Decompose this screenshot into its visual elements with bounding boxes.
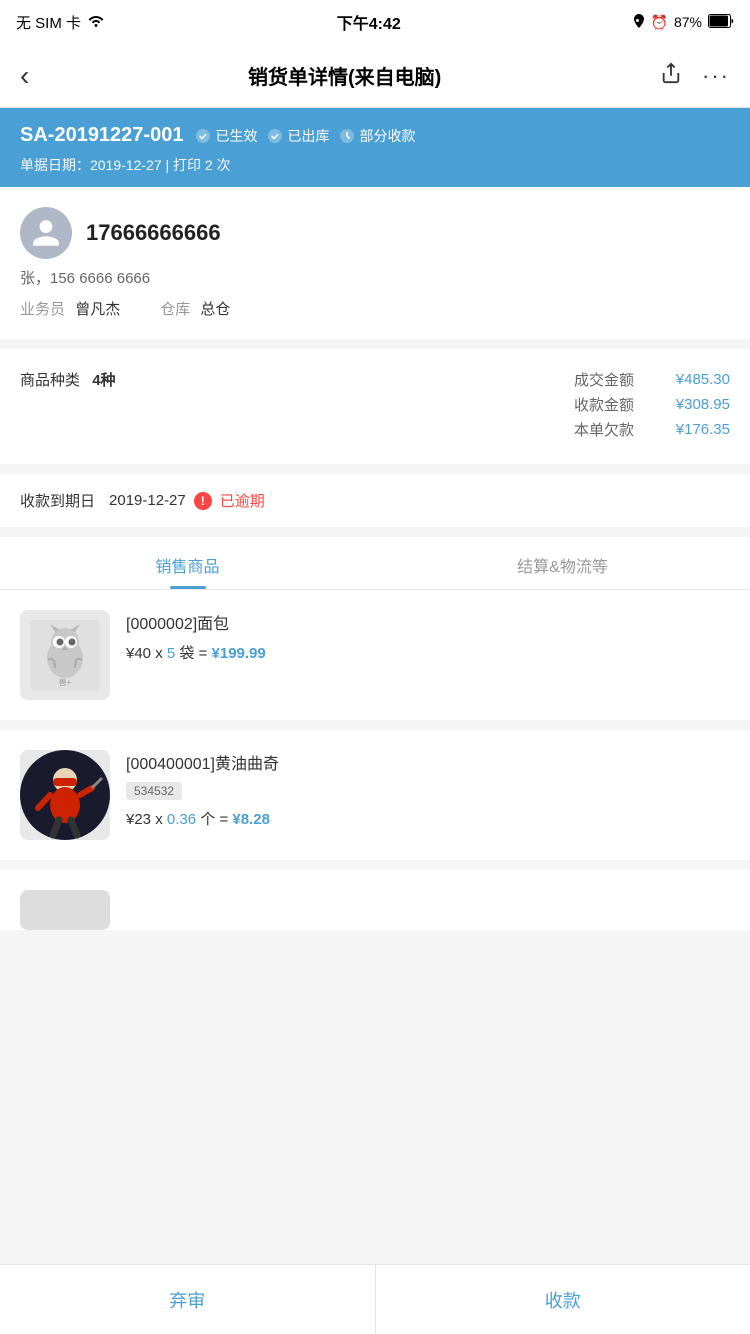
customer-name-sub: 张，156 6666 6666: [20, 267, 730, 288]
nav-bar: ‹ 销货单详情(来自电脑) ···: [0, 44, 750, 108]
category-label: 商品种类: [20, 372, 80, 389]
tabs: 销售商品 结算&物流等: [0, 537, 750, 589]
quantity-2: 0.36: [167, 811, 196, 828]
debt-row: 本单欠款 ¥176.35: [574, 419, 730, 440]
warehouse-info: 仓库 总仓: [160, 298, 230, 319]
header-banner: SA-20191227-001 已生效 已出库 部分收款 单据日期：2019-1…: [0, 108, 750, 187]
products-section: 兽+ [0000002]面包 ¥40 x 5 袋 = ¥199.99: [0, 590, 750, 930]
product-image-2: [20, 750, 110, 840]
category-count: 4种: [92, 372, 115, 389]
product-item-partial: [0, 870, 750, 930]
bottom-bar: 弃审 收款: [0, 1264, 750, 1334]
amount-value: ¥485.30: [650, 371, 730, 388]
product-info-1: [0000002]面包 ¥40 x 5 袋 = ¥199.99: [126, 610, 730, 663]
product-info-2: [000400001]黄油曲奇 534532 ¥23 x 0.36 个 = ¥8…: [126, 750, 730, 829]
sales-info: 业务员 曾凡杰: [20, 298, 120, 319]
status-shipped: 已出库: [267, 126, 329, 146]
warehouse-name: 总仓: [200, 301, 230, 318]
product-name-1: [0000002]面包: [126, 610, 730, 634]
amount-info: 成交金额 ¥485.30 收款金额 ¥308.95 本单欠款 ¥176.35: [574, 369, 730, 444]
status-tags: 已生效 已出库 部分收款: [195, 126, 415, 146]
more-button[interactable]: ···: [702, 63, 730, 89]
due-date-value: 2019-12-27: [109, 492, 186, 509]
total-2: ¥8.28: [232, 811, 270, 828]
nav-actions: ···: [660, 62, 730, 90]
sales-name: 曾凡杰: [75, 301, 120, 318]
order-id: SA-20191227-001: [20, 124, 183, 147]
customer-section: 17666666666 张，156 6666 6666 业务员 曾凡杰 仓库 总…: [0, 187, 750, 339]
back-button[interactable]: ‹: [20, 60, 29, 92]
status-partial-payment: 部分收款: [339, 126, 415, 146]
overdue-icon: !: [194, 492, 212, 510]
status-bar: 无 SIM 卡 下午4:42 ⏰ 87%: [0, 0, 750, 44]
product-item-2: [000400001]黄油曲奇 534532 ¥23 x 0.36 个 = ¥8…: [0, 730, 750, 860]
summary-section: 商品种类 4种 成交金额 ¥485.30 收款金额 ¥308.95 本单欠款 ¥…: [0, 349, 750, 464]
tab-settlement[interactable]: 结算&物流等: [375, 537, 750, 589]
confirm-button[interactable]: 收款: [376, 1265, 750, 1334]
avatar: [20, 207, 72, 259]
battery-icon: [708, 14, 734, 31]
total-1: ¥199.99: [212, 645, 266, 662]
wifi-icon: [87, 13, 105, 31]
due-date-label: 收款到期日: [20, 490, 95, 511]
product-item: 兽+ [0000002]面包 ¥40 x 5 袋 = ¥199.99: [0, 590, 750, 720]
tabs-section: 销售商品 结算&物流等: [0, 537, 750, 590]
status-time: 下午4:42: [337, 10, 401, 34]
status-left: 无 SIM 卡: [16, 12, 105, 33]
product-badge-2: 534532: [126, 782, 182, 800]
alarm-icon: ⏰: [651, 14, 668, 31]
product-price-row-2: ¥23 x 0.36 个 = ¥8.28: [126, 808, 730, 829]
customer-phone: 17666666666: [86, 220, 221, 246]
received-label: 收款金额: [574, 394, 634, 415]
amount-label: 成交金额: [574, 369, 634, 390]
product-image-3-partial: [20, 890, 110, 930]
product-image-1: 兽+: [20, 610, 110, 700]
page-title: 销货单详情(来自电脑): [248, 61, 441, 90]
received-value: ¥308.95: [650, 396, 730, 413]
debt-label: 本单欠款: [574, 419, 634, 440]
svg-text:兽+: 兽+: [59, 677, 72, 687]
product-name-2: [000400001]黄油曲奇: [126, 750, 730, 774]
customer-info-row: 业务员 曾凡杰 仓库 总仓: [20, 298, 730, 319]
category-info: 商品种类 4种: [20, 369, 116, 390]
cancel-button[interactable]: 弃审: [0, 1265, 376, 1334]
share-button[interactable]: [660, 62, 682, 90]
quantity-1: 5: [167, 645, 175, 662]
status-right: ⏰ 87%: [633, 14, 734, 31]
overdue-text: 已逾期: [220, 490, 265, 511]
amount-row: 成交金额 ¥485.30: [574, 369, 730, 390]
sim-status: 无 SIM 卡: [16, 12, 81, 33]
debt-value: ¥176.35: [650, 421, 730, 438]
battery-text: 87%: [674, 14, 702, 30]
status-activated: 已生效: [195, 126, 257, 146]
due-date-section: 收款到期日 2019-12-27 ! 已逾期: [0, 474, 750, 527]
received-row: 收款金额 ¥308.95: [574, 394, 730, 415]
product-price-row-1: ¥40 x 5 袋 = ¥199.99: [126, 642, 730, 663]
tab-products[interactable]: 销售商品: [0, 537, 375, 589]
header-meta: 单据日期：2019-12-27 | 打印 2 次: [20, 155, 730, 175]
location-icon: [633, 14, 645, 31]
